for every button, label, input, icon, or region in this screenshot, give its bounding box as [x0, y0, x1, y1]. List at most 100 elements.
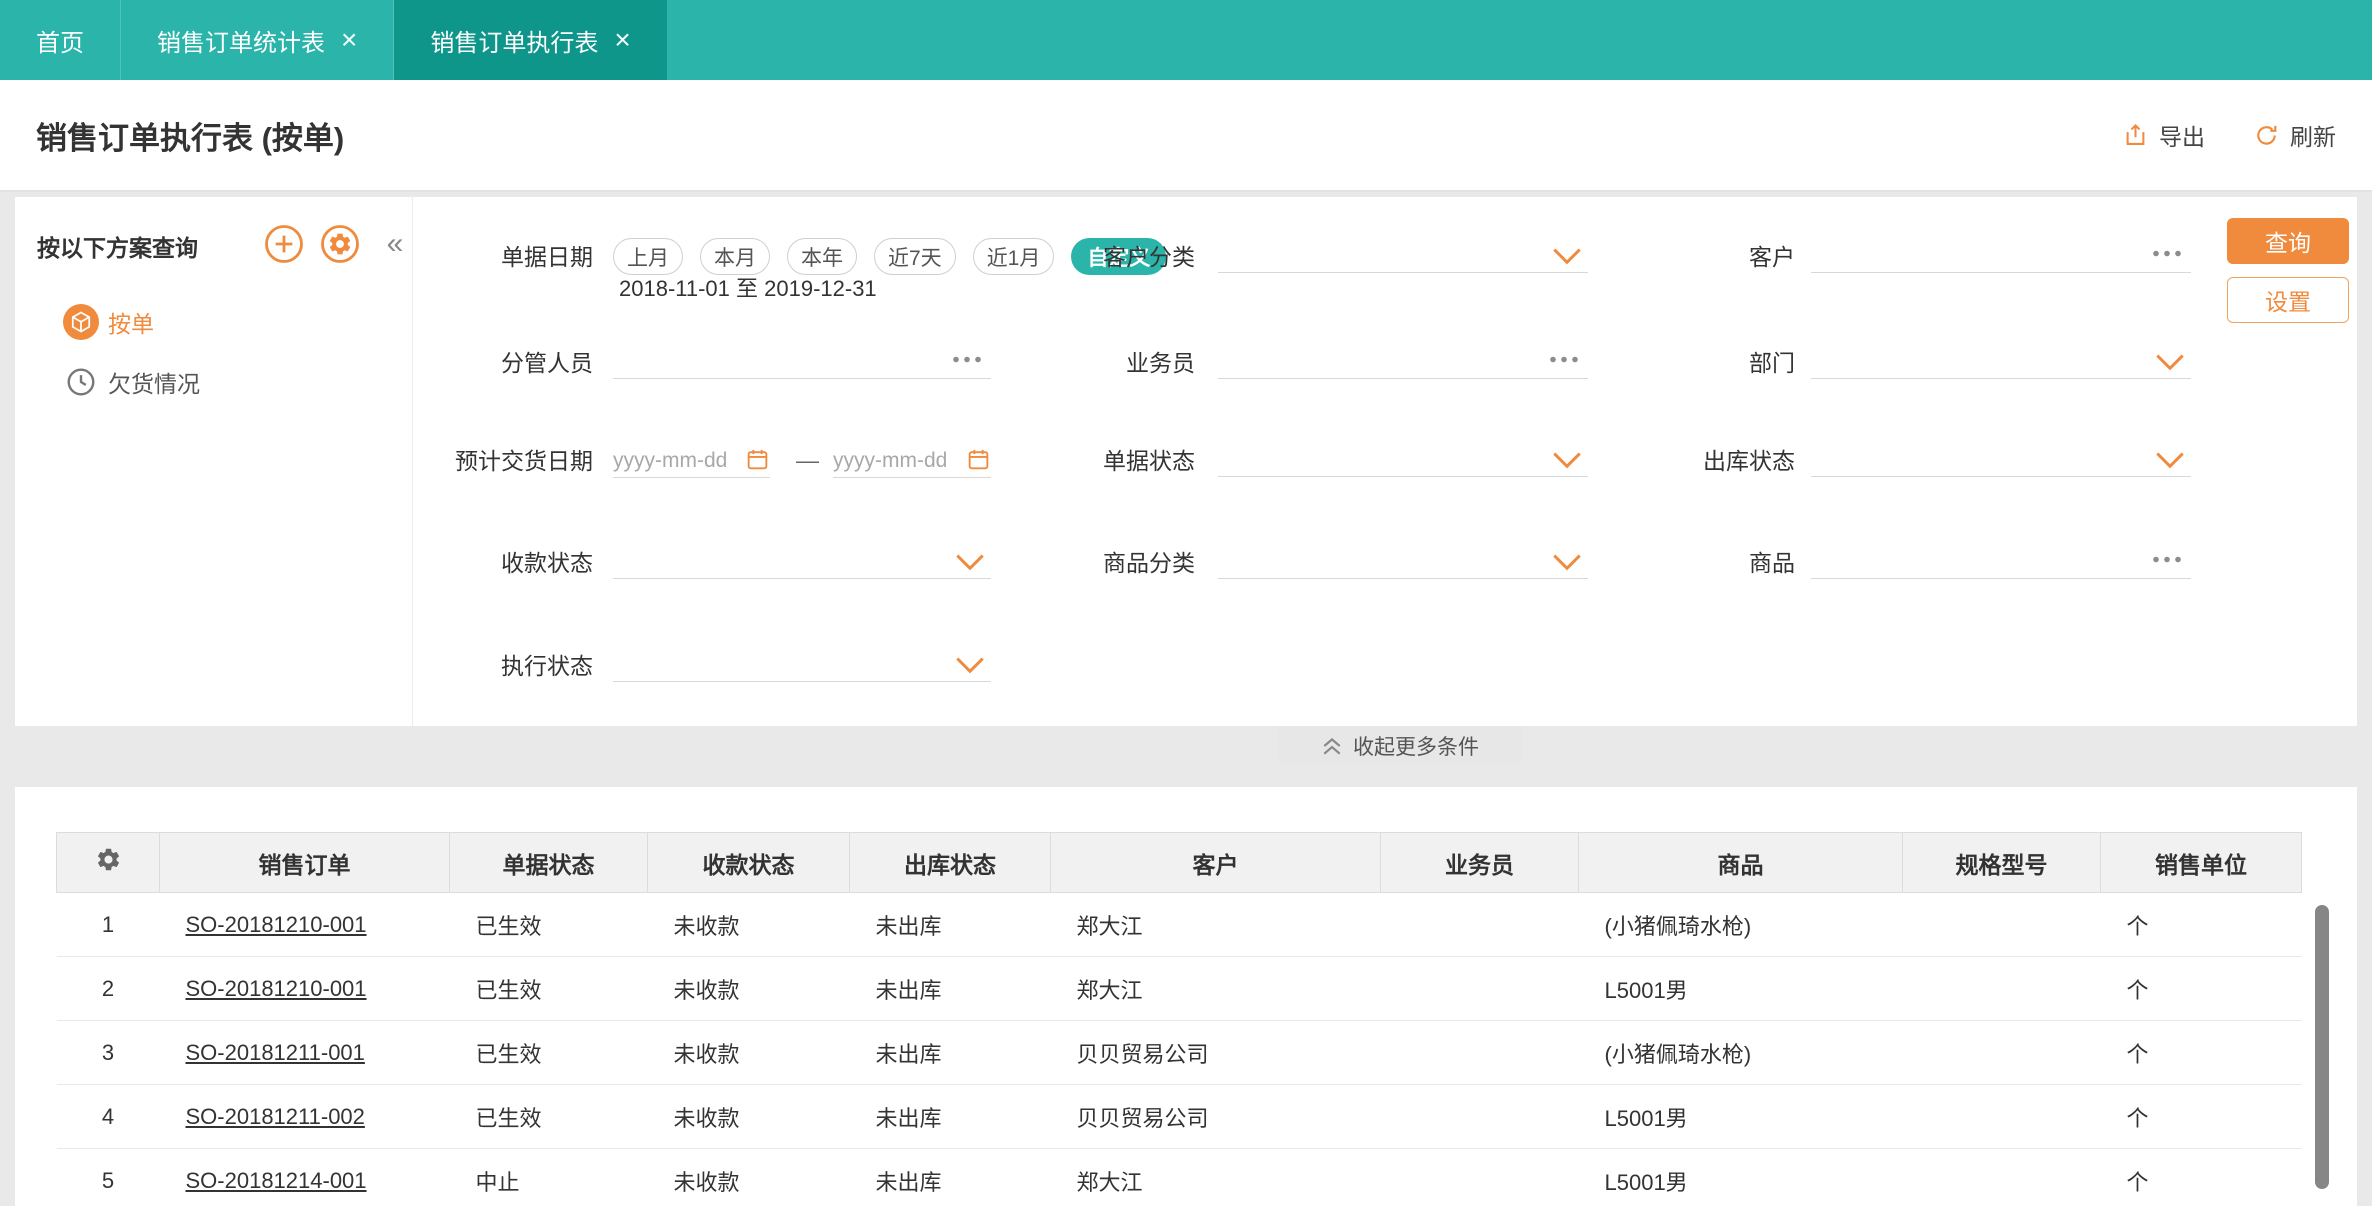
- product-label: 商品: [1749, 550, 1795, 576]
- cell-spec: [1902, 956, 2101, 1021]
- exec-status-field[interactable]: [613, 638, 991, 682]
- refresh-button[interactable]: 刷新: [2253, 118, 2336, 152]
- order-link[interactable]: SO-20181211-001: [186, 1040, 365, 1065]
- column-header-product[interactable]: 商品: [1578, 832, 1903, 893]
- cell-salesman: [1380, 1020, 1579, 1085]
- column-header-salesman[interactable]: 业务员: [1380, 832, 1579, 893]
- sidebar-item-by-order[interactable]: 按单: [63, 303, 154, 341]
- table-row: 4 SO-20181211-002 已生效 未收款 未出库 贝贝贸易公司 L50…: [56, 1084, 2302, 1149]
- close-icon[interactable]: ×: [614, 26, 630, 54]
- cell-outbound-status: 未出库: [849, 956, 1051, 1021]
- title-bar: 销售订单执行表 (按单) 导出 刷新: [0, 80, 2372, 192]
- outbound-status-field[interactable]: [1811, 433, 2191, 477]
- cell-order: SO-20181211-001: [159, 1020, 450, 1085]
- cell-customer: 郑大江: [1050, 956, 1381, 1021]
- column-header-order[interactable]: 销售订单: [159, 832, 450, 893]
- settings-button[interactable]: 设置: [2227, 277, 2349, 323]
- customer-field[interactable]: [1811, 229, 2191, 273]
- product-field[interactable]: [1811, 535, 2191, 579]
- column-header-payment-status[interactable]: 收款状态: [647, 832, 850, 893]
- column-header-outbound-status[interactable]: 出库状态: [849, 832, 1051, 893]
- scheme-sidebar: 按以下方案查询 « 按单 欠货情况: [15, 197, 413, 726]
- chevron-down-icon: [1553, 452, 1581, 469]
- cell-salesman: [1380, 1148, 1579, 1206]
- column-settings-button[interactable]: [56, 832, 160, 893]
- cell-unit: 个: [2100, 1148, 2302, 1206]
- quick-range-this-month[interactable]: 本月: [700, 238, 770, 275]
- tab-label: 销售订单执行表: [430, 29, 599, 57]
- cell-product: L5001男: [1578, 1084, 1903, 1149]
- add-scheme-button[interactable]: [262, 222, 306, 266]
- app: 首页 销售订单统计表 × 销售订单执行表 × 销售订单执行表 (按单) 导出 刷…: [0, 0, 2372, 1206]
- manager-field[interactable]: [613, 335, 991, 379]
- delivery-date-label: 预计交货日期: [455, 448, 593, 474]
- delivery-date-end-input[interactable]: [833, 444, 963, 477]
- cell-doc-status: 已生效: [449, 892, 648, 957]
- quick-range-last-month[interactable]: 上月: [613, 238, 683, 275]
- refresh-icon: [2257, 125, 2277, 145]
- cell-order: SO-20181210-001: [159, 892, 450, 957]
- query-panel: 按以下方案查询 « 按单 欠货情况 单据日期 上月 本月 本年 近7天 近1月 …: [15, 197, 2357, 726]
- scheme-settings-button[interactable]: [318, 222, 362, 266]
- order-link[interactable]: SO-20181211-002: [186, 1104, 365, 1129]
- cell-row-index: 3: [56, 1020, 160, 1085]
- date-range-value: 2018-11-01 至 2019-12-31: [619, 276, 877, 301]
- cell-unit: 个: [2100, 892, 2302, 957]
- column-header-spec[interactable]: 规格型号: [1902, 832, 2101, 893]
- query-button[interactable]: 查询: [2227, 218, 2349, 264]
- column-header-unit[interactable]: 销售单位: [2100, 832, 2302, 893]
- cell-salesman: [1380, 956, 1579, 1021]
- cell-salesman: [1380, 892, 1579, 957]
- calendar-icon[interactable]: [745, 447, 770, 472]
- payment-status-field[interactable]: [613, 535, 991, 579]
- product-category-label: 商品分类: [1103, 550, 1195, 576]
- order-link[interactable]: SO-20181210-001: [186, 912, 367, 937]
- tab-label: 首页: [36, 29, 84, 57]
- department-field[interactable]: [1811, 335, 2191, 379]
- customer-category-label: 客户分类: [1103, 244, 1195, 270]
- delivery-date-start-input[interactable]: [613, 444, 742, 477]
- collapse-more-button[interactable]: 收起更多条件: [1278, 726, 1522, 765]
- cell-order: SO-20181211-002: [159, 1084, 450, 1149]
- tab-home[interactable]: 首页: [0, 0, 121, 80]
- cell-doc-status: 中止: [449, 1148, 648, 1206]
- product-category-field[interactable]: [1218, 535, 1588, 579]
- order-link[interactable]: SO-20181210-001: [186, 976, 367, 1001]
- export-button[interactable]: 导出: [2122, 118, 2205, 152]
- chevron-down-icon: [1553, 554, 1581, 571]
- cell-customer: 贝贝贸易公司: [1050, 1084, 1381, 1149]
- cell-product: L5001男: [1578, 956, 1903, 1021]
- page-title: 销售订单执行表 (按单): [36, 120, 345, 156]
- salesman-field[interactable]: [1218, 335, 1588, 379]
- cell-customer: 郑大江: [1050, 1148, 1381, 1206]
- vertical-scrollbar[interactable]: [2315, 905, 2329, 1189]
- sidebar-collapse-button[interactable]: «: [373, 222, 417, 266]
- sidebar-title: 按以下方案查询: [37, 235, 198, 261]
- calendar-icon[interactable]: [966, 447, 991, 472]
- cell-outbound-status: 未出库: [849, 1020, 1051, 1085]
- column-header-customer[interactable]: 客户: [1050, 832, 1381, 893]
- cell-unit: 个: [2100, 956, 2302, 1021]
- cell-row-index: 4: [56, 1084, 160, 1149]
- close-icon[interactable]: ×: [341, 26, 357, 54]
- cell-customer: 贝贝贸易公司: [1050, 1020, 1381, 1085]
- plus-circle-icon: [265, 225, 303, 263]
- quick-range-this-year[interactable]: 本年: [787, 238, 857, 275]
- order-link[interactable]: SO-20181214-001: [186, 1168, 367, 1193]
- cube-icon: [63, 304, 99, 340]
- cell-outbound-status: 未出库: [849, 1148, 1051, 1206]
- doc-status-field[interactable]: [1218, 433, 1588, 477]
- quick-range-last-7-days[interactable]: 近7天: [874, 238, 956, 275]
- cell-outbound-status: 未出库: [849, 1084, 1051, 1149]
- column-header-doc-status[interactable]: 单据状态: [449, 832, 648, 893]
- sidebar-item-shortage[interactable]: 欠货情况: [63, 363, 200, 401]
- tab-sales-order-exec[interactable]: 销售订单执行表 ×: [394, 0, 667, 80]
- table-row: 5 SO-20181214-001 中止 未收款 未出库 郑大江 L5001男 …: [56, 1148, 2302, 1206]
- customer-category-field[interactable]: [1218, 229, 1588, 273]
- cell-spec: [1902, 1148, 2101, 1206]
- table-row: 1 SO-20181210-001 已生效 未收款 未出库 郑大江 (小猪佩琦水…: [56, 892, 2302, 957]
- cell-payment-status: 未收款: [647, 1084, 850, 1149]
- cell-payment-status: 未收款: [647, 1148, 850, 1206]
- tab-sales-order-stats[interactable]: 销售订单统计表 ×: [121, 0, 395, 80]
- export-icon: [2126, 123, 2145, 145]
